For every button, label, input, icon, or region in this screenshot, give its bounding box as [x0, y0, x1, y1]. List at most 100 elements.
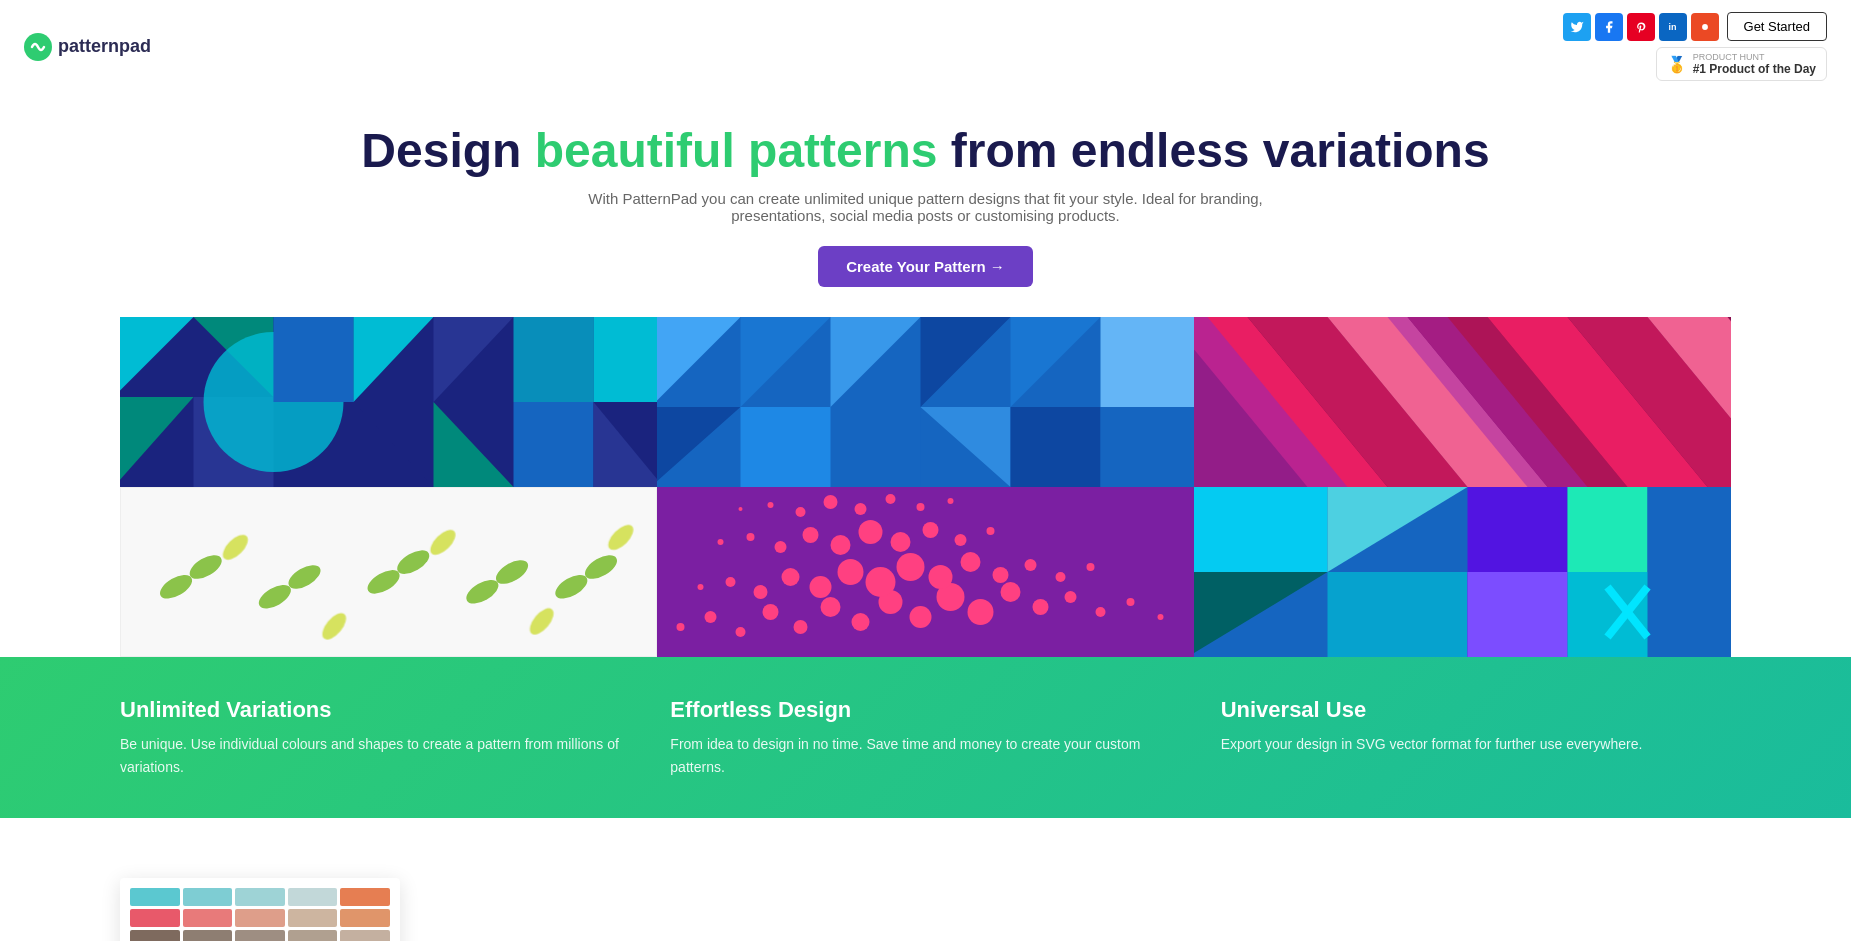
svg-point-91	[803, 527, 819, 543]
headline-green: beautiful patterns	[535, 124, 938, 177]
svg-point-89	[747, 533, 755, 541]
svg-point-99	[768, 502, 774, 508]
svg-point-67	[968, 599, 994, 625]
palette-grid	[120, 878, 400, 941]
hero-subtext: With PatternPad you can create unlimited…	[576, 190, 1276, 224]
palette-color-cell[interactable]	[130, 909, 180, 927]
svg-point-70	[1065, 591, 1077, 603]
logo-icon	[24, 33, 52, 61]
svg-point-104	[917, 503, 925, 511]
svg-rect-115	[1648, 487, 1732, 572]
feature-1-desc: Be unique. Use individual colours and sh…	[120, 733, 630, 778]
product-day-badge[interactable]: 🥇 PRODUCT HUNT #1 Product of the Day	[1656, 47, 1827, 81]
svg-rect-113	[1568, 487, 1648, 572]
header-right: in Get Started 🥇 PRODUCT HUNT #1 Product…	[1563, 12, 1827, 81]
logo[interactable]: patternpad	[24, 33, 151, 61]
pattern-6[interactable]	[1194, 487, 1731, 657]
feature-2-desc: From idea to design in no time. Save tim…	[670, 733, 1180, 778]
svg-marker-29	[1101, 407, 1195, 487]
feature-3: Universal Use Export your design in SVG …	[1221, 697, 1731, 778]
pattern-2[interactable]	[657, 317, 1194, 487]
svg-marker-27	[1101, 317, 1195, 407]
hero-headline: Design beautiful patterns from endless v…	[20, 123, 1831, 178]
pattern-4[interactable]	[120, 487, 657, 657]
palette-color-cell[interactable]	[235, 888, 285, 906]
palette-color-cell[interactable]	[235, 909, 285, 927]
svg-point-105	[948, 498, 954, 504]
svg-marker-14	[514, 402, 594, 487]
svg-point-94	[891, 532, 911, 552]
svg-point-90	[775, 541, 787, 553]
svg-point-59	[736, 627, 746, 637]
svg-point-57	[677, 623, 685, 631]
palette-color-cell[interactable]	[288, 888, 338, 906]
headline-part1: Design	[361, 124, 534, 177]
feature-1: Unlimited Variations Be unique. Use indi…	[120, 697, 630, 778]
linkedin-btn[interactable]: in	[1659, 13, 1687, 41]
svg-point-73	[1158, 614, 1164, 620]
medal-icon: 🥇	[1667, 55, 1687, 74]
svg-point-69	[1033, 599, 1049, 615]
svg-point-87	[1087, 563, 1095, 571]
svg-point-97	[987, 527, 995, 535]
twitter-btn[interactable]	[1563, 13, 1591, 41]
svg-point-78	[810, 576, 832, 598]
feature-3-title: Universal Use	[1221, 697, 1731, 723]
pattern-3[interactable]	[1194, 317, 1731, 487]
logo-text: patternpad	[58, 36, 151, 57]
svg-rect-107	[1194, 487, 1328, 572]
pattern-grid	[0, 317, 1851, 657]
social-buttons: in	[1563, 13, 1719, 41]
palette-color-cell[interactable]	[235, 930, 285, 941]
svg-point-95	[923, 522, 939, 538]
svg-point-101	[824, 495, 838, 509]
pattern-5[interactable]	[657, 487, 1194, 657]
facebook-btn[interactable]	[1595, 13, 1623, 41]
svg-point-75	[726, 577, 736, 587]
svg-marker-15	[594, 317, 658, 402]
hero-section: Design beautiful patterns from endless v…	[0, 93, 1851, 307]
svg-rect-114	[1568, 572, 1648, 657]
header: patternpad in Get Started 🥇	[0, 0, 1851, 93]
svg-point-96	[955, 534, 967, 546]
svg-point-63	[852, 613, 870, 631]
pinterest-btn[interactable]	[1627, 13, 1655, 41]
palette-color-cell[interactable]	[340, 888, 390, 906]
svg-point-88	[718, 539, 724, 545]
palette-color-cell[interactable]	[340, 930, 390, 941]
svg-point-62	[821, 597, 841, 617]
palette-color-cell[interactable]	[130, 930, 180, 941]
palette-color-cell[interactable]	[183, 930, 233, 941]
svg-point-100	[796, 507, 806, 517]
palette-color-cell[interactable]	[183, 909, 233, 927]
svg-point-60	[763, 604, 779, 620]
feature-1-title: Unlimited Variations	[120, 697, 630, 723]
palette-color-cell[interactable]	[130, 888, 180, 906]
palette-color-cell[interactable]	[288, 909, 338, 927]
cta-button[interactable]: Create Your Pattern →	[818, 246, 1033, 287]
svg-point-84	[993, 567, 1009, 583]
features-band: Unlimited Variations Be unique. Use indi…	[0, 657, 1851, 818]
svg-point-80	[866, 567, 896, 597]
svg-point-61	[794, 620, 808, 634]
svg-marker-21	[741, 407, 831, 487]
svg-point-76	[754, 585, 768, 599]
pattern-1[interactable]	[120, 317, 657, 487]
palette-color-cell[interactable]	[340, 909, 390, 927]
svg-point-86	[1056, 572, 1066, 582]
svg-point-79	[838, 559, 864, 585]
palette-color-cell[interactable]	[288, 930, 338, 941]
svg-point-82	[929, 565, 953, 589]
svg-point-77	[782, 568, 800, 586]
stumbleupon-btn[interactable]	[1691, 13, 1719, 41]
svg-point-103	[886, 494, 896, 504]
get-started-button[interactable]: Get Started	[1727, 12, 1827, 41]
headline-part2: from endless variations	[937, 124, 1489, 177]
svg-marker-112	[1468, 572, 1568, 657]
palette-section: Choose from hand-picked colour palettes …	[0, 818, 1851, 941]
feature-3-desc: Export your design in SVG vector format …	[1221, 733, 1731, 755]
product-day-text: PRODUCT HUNT #1 Product of the Day	[1693, 52, 1816, 76]
svg-marker-12	[514, 317, 594, 402]
svg-point-102	[855, 503, 867, 515]
palette-color-cell[interactable]	[183, 888, 233, 906]
